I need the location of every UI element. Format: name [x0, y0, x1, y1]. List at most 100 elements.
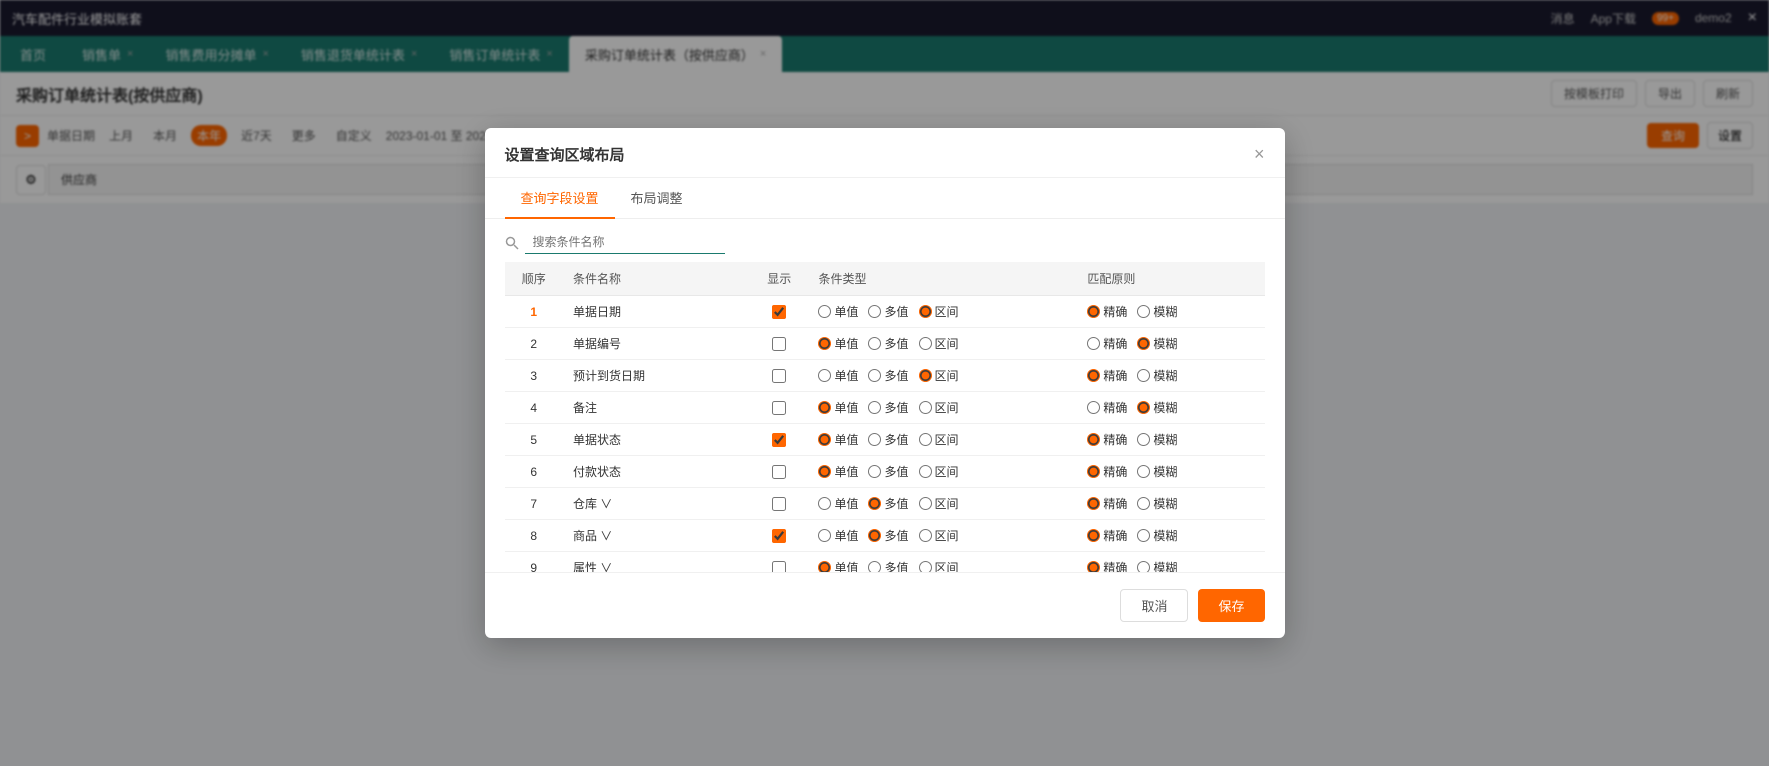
- type-radio[interactable]: [919, 369, 932, 382]
- match-radio[interactable]: [1137, 401, 1150, 414]
- type-radio[interactable]: [919, 337, 932, 350]
- match-radio-label[interactable]: 精确: [1087, 495, 1127, 512]
- type-radio[interactable]: [919, 561, 932, 572]
- type-radio-label[interactable]: 多值: [868, 463, 908, 480]
- match-radio[interactable]: [1137, 529, 1150, 542]
- match-radio-label[interactable]: 精确: [1087, 335, 1127, 352]
- match-radio[interactable]: [1087, 337, 1100, 350]
- match-radio[interactable]: [1087, 401, 1100, 414]
- dialog-tab-fields[interactable]: 查询字段设置: [505, 178, 615, 219]
- match-radio-label[interactable]: 模糊: [1137, 303, 1177, 320]
- type-radio-label[interactable]: 多值: [868, 399, 908, 416]
- search-input[interactable]: [525, 231, 725, 254]
- match-radio[interactable]: [1137, 497, 1150, 510]
- type-radio-label[interactable]: 单值: [818, 303, 858, 320]
- type-radio-label[interactable]: 多值: [868, 495, 908, 512]
- display-checkbox[interactable]: [772, 561, 786, 573]
- display-checkbox[interactable]: [772, 433, 786, 447]
- match-radio-label[interactable]: 模糊: [1137, 335, 1177, 352]
- type-radio[interactable]: [919, 305, 932, 318]
- type-radio-label[interactable]: 区间: [919, 527, 959, 544]
- type-radio[interactable]: [818, 305, 831, 318]
- type-radio[interactable]: [818, 561, 831, 572]
- type-radio-label[interactable]: 单值: [818, 527, 858, 544]
- display-checkbox[interactable]: [772, 369, 786, 383]
- match-radio[interactable]: [1137, 337, 1150, 350]
- display-checkbox[interactable]: [772, 305, 786, 319]
- type-radio[interactable]: [818, 337, 831, 350]
- type-radio[interactable]: [868, 433, 881, 446]
- type-radio-label[interactable]: 区间: [919, 495, 959, 512]
- match-radio[interactable]: [1137, 561, 1150, 572]
- match-radio-label[interactable]: 精确: [1087, 303, 1127, 320]
- match-radio[interactable]: [1087, 433, 1100, 446]
- type-radio[interactable]: [868, 561, 881, 572]
- match-radio[interactable]: [1087, 369, 1100, 382]
- type-radio-label[interactable]: 区间: [919, 431, 959, 448]
- display-checkbox[interactable]: [772, 401, 786, 415]
- type-radio[interactable]: [868, 401, 881, 414]
- type-radio-label[interactable]: 多值: [868, 367, 908, 384]
- type-radio-label[interactable]: 区间: [919, 335, 959, 352]
- type-radio[interactable]: [818, 465, 831, 478]
- type-radio[interactable]: [818, 433, 831, 446]
- type-radio[interactable]: [919, 529, 932, 542]
- display-checkbox[interactable]: [772, 465, 786, 479]
- match-radio-label[interactable]: 模糊: [1137, 399, 1177, 416]
- type-radio[interactable]: [818, 369, 831, 382]
- match-radio-label[interactable]: 精确: [1087, 431, 1127, 448]
- type-radio-label[interactable]: 多值: [868, 335, 908, 352]
- match-radio-label[interactable]: 模糊: [1137, 367, 1177, 384]
- match-radio-label[interactable]: 模糊: [1137, 495, 1177, 512]
- type-radio[interactable]: [818, 401, 831, 414]
- match-radio[interactable]: [1087, 465, 1100, 478]
- display-checkbox[interactable]: [772, 529, 786, 543]
- match-radio[interactable]: [1137, 369, 1150, 382]
- match-radio[interactable]: [1137, 433, 1150, 446]
- type-radio[interactable]: [919, 433, 932, 446]
- type-radio-label[interactable]: 单值: [818, 431, 858, 448]
- display-checkbox[interactable]: [772, 337, 786, 351]
- match-radio-label[interactable]: 精确: [1087, 527, 1127, 544]
- type-radio-label[interactable]: 区间: [919, 399, 959, 416]
- match-radio[interactable]: [1137, 465, 1150, 478]
- match-radio[interactable]: [1087, 561, 1100, 572]
- type-radio-label[interactable]: 区间: [919, 463, 959, 480]
- type-radio[interactable]: [919, 497, 932, 510]
- type-radio-label[interactable]: 多值: [868, 431, 908, 448]
- type-radio-label[interactable]: 单值: [818, 463, 858, 480]
- type-radio[interactable]: [868, 465, 881, 478]
- type-radio-label[interactable]: 多值: [868, 559, 908, 572]
- match-radio[interactable]: [1087, 529, 1100, 542]
- match-radio[interactable]: [1137, 305, 1150, 318]
- type-radio-label[interactable]: 单值: [818, 559, 858, 572]
- type-radio-label[interactable]: 单值: [818, 399, 858, 416]
- match-radio-label[interactable]: 精确: [1087, 399, 1127, 416]
- type-radio-label[interactable]: 多值: [868, 303, 908, 320]
- display-checkbox[interactable]: [772, 497, 786, 511]
- match-radio-label[interactable]: 模糊: [1137, 463, 1177, 480]
- type-radio[interactable]: [868, 337, 881, 350]
- type-radio[interactable]: [868, 529, 881, 542]
- type-radio-label[interactable]: 单值: [818, 495, 858, 512]
- type-radio-label[interactable]: 多值: [868, 527, 908, 544]
- save-button[interactable]: 保存: [1198, 589, 1264, 622]
- match-radio-label[interactable]: 模糊: [1137, 431, 1177, 448]
- cancel-button[interactable]: 取消: [1120, 589, 1188, 622]
- match-radio-label[interactable]: 精确: [1087, 559, 1127, 572]
- type-radio-label[interactable]: 单值: [818, 367, 858, 384]
- dialog-tab-layout[interactable]: 布局调整: [615, 178, 699, 219]
- match-radio-label[interactable]: 模糊: [1137, 559, 1177, 572]
- match-radio-label[interactable]: 模糊: [1137, 527, 1177, 544]
- match-radio[interactable]: [1087, 497, 1100, 510]
- type-radio-label[interactable]: 单值: [818, 335, 858, 352]
- type-radio[interactable]: [919, 401, 932, 414]
- type-radio[interactable]: [868, 305, 881, 318]
- type-radio-label[interactable]: 区间: [919, 303, 959, 320]
- type-radio[interactable]: [919, 465, 932, 478]
- match-radio-label[interactable]: 精确: [1087, 463, 1127, 480]
- type-radio[interactable]: [868, 369, 881, 382]
- type-radio-label[interactable]: 区间: [919, 559, 959, 572]
- type-radio[interactable]: [868, 497, 881, 510]
- type-radio[interactable]: [818, 497, 831, 510]
